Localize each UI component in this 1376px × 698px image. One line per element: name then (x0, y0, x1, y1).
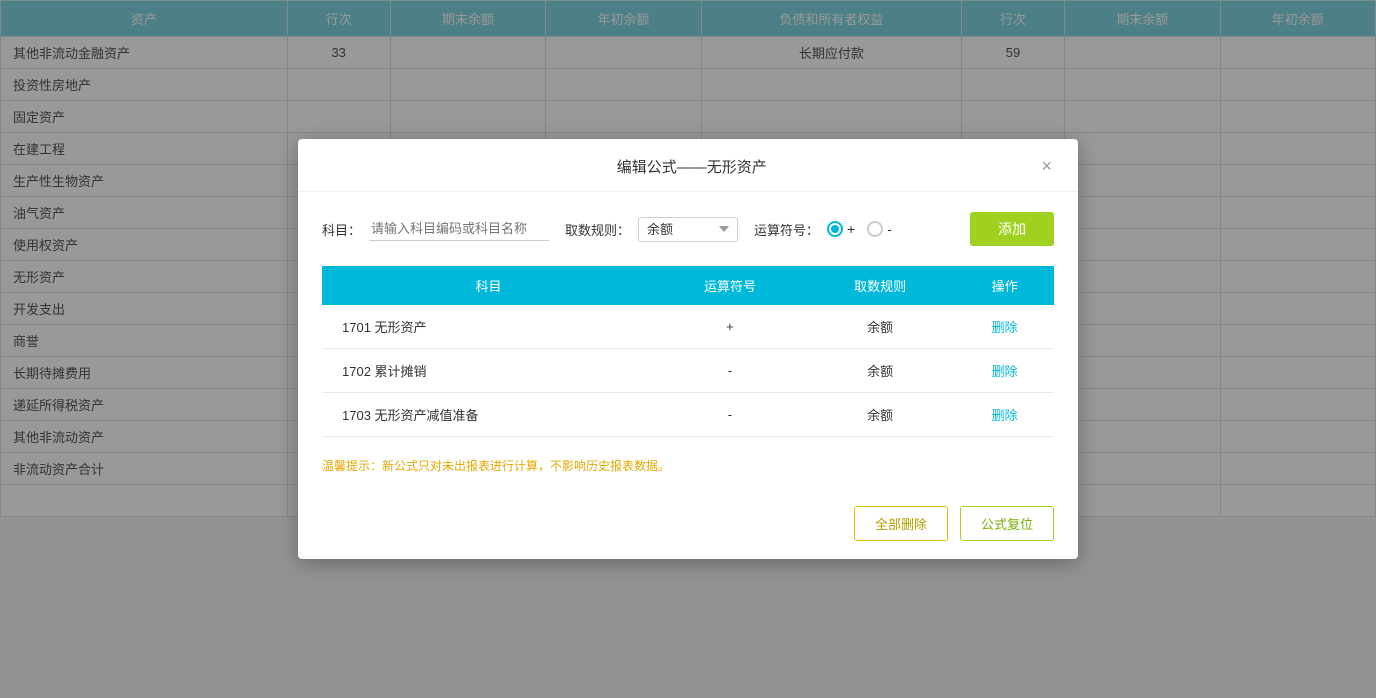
operator-label: 运算符号： (754, 220, 819, 239)
radio-group: + - (827, 221, 892, 237)
radio-plus-circle (827, 221, 843, 237)
formula-rule: 余额 (805, 393, 955, 437)
add-button[interactable]: 添加 (970, 212, 1054, 246)
form-row: 科目： 取数规则： 余额借方贷方借方发生额贷方发生额 运算符号： (322, 212, 1054, 246)
delete-row-button[interactable]: 删除 (992, 317, 1018, 336)
table-header-subject: 科目 (322, 266, 655, 305)
modal-body: 科目： 取数规则： 余额借方贷方借方发生额贷方发生额 运算符号： (298, 192, 1078, 494)
formula-operator: - (655, 349, 805, 393)
rule-select[interactable]: 余额借方贷方借方发生额贷方发生额 (638, 217, 738, 242)
formula-action: 删除 (955, 349, 1054, 393)
modal-footer: 全部删除 公式复位 (298, 494, 1078, 559)
formula-row: 1703 无形资产减值准备 - 余额 删除 (322, 393, 1054, 437)
modal-title: 编辑公式——无形资产 (348, 156, 1035, 177)
rule-label: 取数规则： (565, 220, 630, 239)
delete-all-button[interactable]: 全部删除 (854, 506, 948, 541)
radio-plus-label: + (847, 221, 855, 237)
subject-input[interactable] (369, 217, 549, 241)
delete-row-button[interactable]: 删除 (992, 361, 1018, 380)
formula-rule: 余额 (805, 349, 955, 393)
rule-group: 取数规则： 余额借方贷方借方发生额贷方发生额 (565, 217, 738, 242)
warning-text: 温馨提示：新公式只对未出报表进行计算，不影响历史报表数据。 (322, 457, 1054, 474)
modal-overlay: 编辑公式——无形资产 × 科目： 取数规则： 余额借方贷方借方发生额贷方发生额 (0, 0, 1376, 698)
subject-group: 科目： (322, 217, 549, 241)
formula-row: 1702 累计摊销 - 余额 删除 (322, 349, 1054, 393)
radio-plus[interactable]: + (827, 221, 855, 237)
formula-subject: 1703 无形资产减值准备 (322, 393, 655, 437)
formula-action: 删除 (955, 393, 1054, 437)
table-header-action: 操作 (955, 266, 1054, 305)
radio-minus-circle (867, 221, 883, 237)
radio-minus-label: - (887, 221, 892, 237)
table-header-rule: 取数规则 (805, 266, 955, 305)
modal-header: 编辑公式——无形资产 × (298, 139, 1078, 192)
close-button[interactable]: × (1035, 155, 1058, 177)
operator-group: 运算符号： + - (754, 220, 892, 239)
table-header-operator: 运算符号 (655, 266, 805, 305)
formula-operator: - (655, 393, 805, 437)
delete-row-button[interactable]: 删除 (992, 405, 1018, 424)
edit-formula-modal: 编辑公式——无形资产 × 科目： 取数规则： 余额借方贷方借方发生额贷方发生额 (298, 139, 1078, 559)
formula-action: 删除 (955, 305, 1054, 349)
radio-minus[interactable]: - (867, 221, 892, 237)
formula-table: 科目 运算符号 取数规则 操作 1701 无形资产 + 余额 删除 1702 累… (322, 266, 1054, 437)
rule-select-wrap: 余额借方贷方借方发生额贷方发生额 (638, 217, 738, 242)
reset-button[interactable]: 公式复位 (960, 506, 1054, 541)
subject-label: 科目： (322, 220, 361, 239)
formula-subject: 1702 累计摊销 (322, 349, 655, 393)
formula-row: 1701 无形资产 + 余额 删除 (322, 305, 1054, 349)
formula-rule: 余额 (805, 305, 955, 349)
formula-subject: 1701 无形资产 (322, 305, 655, 349)
formula-operator: + (655, 305, 805, 349)
